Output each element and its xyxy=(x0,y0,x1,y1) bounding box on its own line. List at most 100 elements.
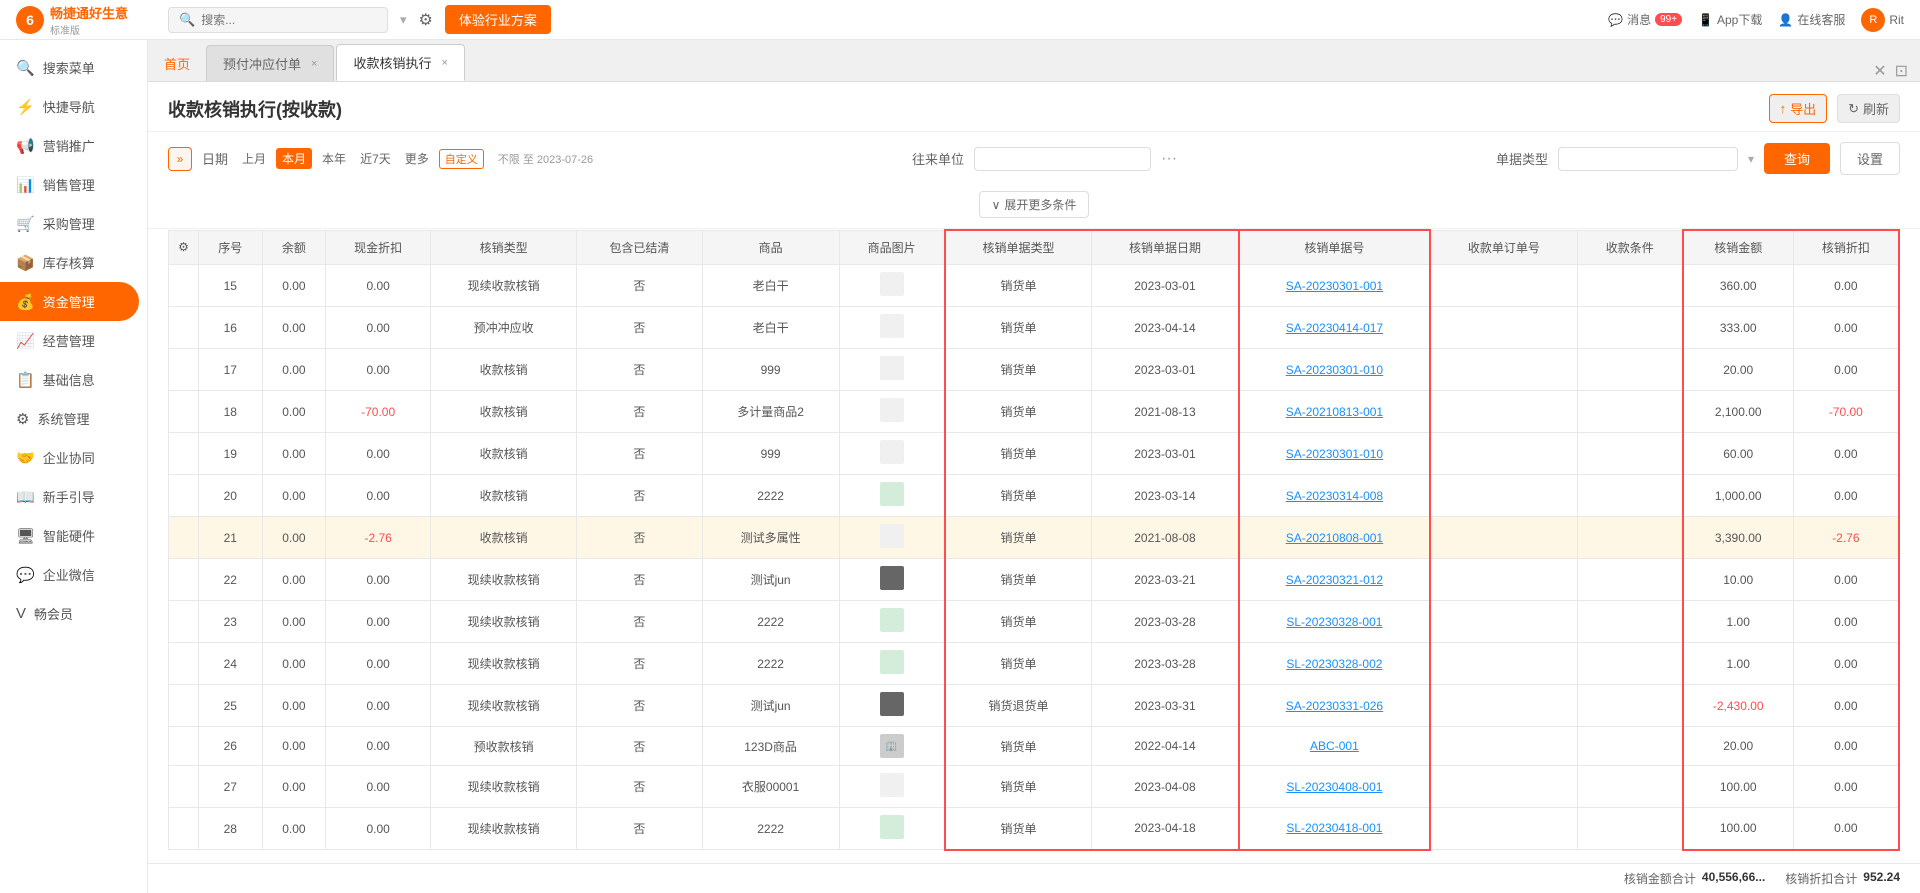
cell-settings[interactable] xyxy=(169,517,199,559)
cell-no: 28 xyxy=(199,808,263,850)
cell-settings[interactable] xyxy=(169,475,199,517)
cell-include-settled: 否 xyxy=(577,433,702,475)
verify-no-link[interactable]: ABC-001 xyxy=(1310,739,1359,753)
cell-settings[interactable] xyxy=(169,349,199,391)
cell-settings[interactable] xyxy=(169,685,199,727)
sidebar-item-system[interactable]: ⚙ 系统管理 xyxy=(0,399,147,438)
cell-verify-type: 预冲冲应收 xyxy=(431,307,577,349)
sidebar-item-collab[interactable]: 🤝 企业协同 xyxy=(0,438,147,477)
expand-more-button[interactable]: ∨ 展开更多条件 xyxy=(979,191,1090,218)
date-this-year[interactable]: 本年 xyxy=(318,148,350,169)
sidebar-item-wechat[interactable]: 💬 企业微信 xyxy=(0,555,147,594)
sidebar-label-quick-nav: 快捷导航 xyxy=(43,97,95,116)
verify-no-link[interactable]: SA-20230301-010 xyxy=(1286,447,1383,461)
sidebar-item-purchase[interactable]: 🛒 采购管理 xyxy=(0,204,147,243)
verify-no-link[interactable]: SA-20230414-017 xyxy=(1286,321,1383,335)
verify-no-link[interactable]: SA-20230314-008 xyxy=(1286,489,1383,503)
tab-verify-close-icon[interactable]: × xyxy=(441,57,447,69)
col-header-settings[interactable]: ⚙ xyxy=(169,230,199,265)
message-action[interactable]: 💬 消息 99+ xyxy=(1608,11,1682,28)
sidebar-item-marketing[interactable]: 📢 营销推广 xyxy=(0,126,147,165)
cell-settings[interactable] xyxy=(169,433,199,475)
from-unit-input[interactable] xyxy=(974,147,1151,171)
sidebar-item-inventory[interactable]: 📦 库存核算 xyxy=(0,243,147,282)
query-button[interactable]: 查询 xyxy=(1764,143,1830,174)
cell-verify-voucher-type: 销货单 xyxy=(945,391,1092,433)
verify-no-link[interactable]: SL-20230328-001 xyxy=(1286,615,1382,629)
tab-verify[interactable]: 收款核销执行 × xyxy=(336,44,464,81)
cell-verify-amount: 60.00 xyxy=(1683,433,1793,475)
cell-receipt-condition xyxy=(1577,391,1683,433)
cell-product: 123D商品 xyxy=(702,727,839,766)
sidebar-item-finance[interactable]: 💰 资金管理 xyxy=(0,282,139,321)
table-row: 17 0.00 0.00 收款核销 否 999 销货单 2023-03-01 S… xyxy=(169,349,1900,391)
date-last-month[interactable]: 上月 xyxy=(238,148,270,169)
tab-close-window-icon[interactable]: ✕ xyxy=(1873,61,1886,81)
verify-no-link[interactable]: SL-20230328-002 xyxy=(1286,657,1382,671)
cell-settings[interactable] xyxy=(169,307,199,349)
sidebar-item-search[interactable]: 🔍 搜索菜单 xyxy=(0,48,147,87)
dropdown-chevron-icon[interactable]: ▾ xyxy=(400,12,407,28)
export-button[interactable]: ↑ 导出 xyxy=(1769,94,1828,123)
date-more[interactable]: 更多 xyxy=(401,148,433,169)
gear-icon[interactable]: ⚙ xyxy=(419,10,433,30)
verify-no-link[interactable]: SA-20210808-001 xyxy=(1286,531,1383,545)
date-this-month[interactable]: 本月 xyxy=(276,148,312,169)
sidebar-item-guide[interactable]: 📖 新手引导 xyxy=(0,477,147,516)
verify-no-link[interactable]: SA-20230331-026 xyxy=(1286,699,1383,713)
cell-settings[interactable] xyxy=(169,559,199,601)
cell-verify-type: 现续收款核销 xyxy=(431,643,577,685)
cell-receipt-order-no xyxy=(1430,307,1577,349)
cell-settings[interactable] xyxy=(169,808,199,850)
cell-balance: 0.00 xyxy=(262,307,326,349)
sidebar-item-sales[interactable]: 📊 销售管理 xyxy=(0,165,147,204)
voucher-type-input[interactable] xyxy=(1558,147,1738,171)
table-row: 28 0.00 0.00 现续收款核销 否 2222 销货单 2023-04-1… xyxy=(169,808,1900,850)
cell-include-settled: 否 xyxy=(577,601,702,643)
cell-settings[interactable] xyxy=(169,766,199,808)
verify-no-link[interactable]: SL-20230418-001 xyxy=(1286,821,1382,835)
industry-btn[interactable]: 体验行业方案 xyxy=(445,5,551,34)
tab-home[interactable]: 首页 xyxy=(148,46,206,81)
online-service-action[interactable]: 👤 在线客服 xyxy=(1778,11,1845,28)
cell-verify-date: 2022-04-14 xyxy=(1092,727,1239,766)
search-box[interactable]: 🔍 xyxy=(168,7,388,33)
tab-prepay[interactable]: 预付冲应付单 × xyxy=(206,45,334,81)
cell-product-img xyxy=(839,517,945,559)
sidebar-item-basic-info[interactable]: 📋 基础信息 xyxy=(0,360,147,399)
expand-filter-button[interactable]: » xyxy=(168,147,192,171)
verify-no-link[interactable]: SL-20230408-001 xyxy=(1286,780,1382,794)
tab-verify-label: 收款核销执行 xyxy=(353,53,431,72)
verify-no-link[interactable]: SA-20230301-010 xyxy=(1286,363,1383,377)
cell-receipt-condition xyxy=(1577,559,1683,601)
sidebar-item-quick-nav[interactable]: ⚡ 快捷导航 xyxy=(0,87,147,126)
refresh-button[interactable]: ↻ 刷新 xyxy=(1837,94,1900,123)
cell-settings[interactable] xyxy=(169,601,199,643)
tab-maximize-icon[interactable]: ⊡ xyxy=(1895,61,1908,81)
filter-dots-1[interactable]: ··· xyxy=(1161,150,1177,168)
cell-receipt-order-no xyxy=(1430,808,1577,850)
sidebar-item-vip[interactable]: V 畅会员 xyxy=(0,594,147,633)
voucher-type-chevron[interactable]: ▾ xyxy=(1748,152,1754,166)
search-input[interactable] xyxy=(201,13,361,27)
verify-no-link[interactable]: SA-20210813-001 xyxy=(1286,405,1383,419)
cell-settings[interactable] xyxy=(169,265,199,307)
sidebar-label-vip: 畅会员 xyxy=(34,604,73,623)
user-avatar: R xyxy=(1861,8,1885,32)
verify-no-link[interactable]: SA-20230301-001 xyxy=(1286,279,1383,293)
footer-total-discount-label: 核销折扣合计 xyxy=(1785,870,1857,887)
cell-settings[interactable] xyxy=(169,643,199,685)
sidebar-item-hardware[interactable]: 🖥 智能硬件 xyxy=(0,516,147,555)
date-range-display: 不限 至 2023-07-26 xyxy=(498,151,593,167)
cell-settings[interactable] xyxy=(169,727,199,766)
date-custom[interactable]: 自定义 xyxy=(439,149,484,169)
cell-settings[interactable] xyxy=(169,391,199,433)
settings-button[interactable]: 设置 xyxy=(1840,142,1900,175)
sidebar-item-operations[interactable]: 📈 经营管理 xyxy=(0,321,147,360)
col-settings-icon[interactable]: ⚙ xyxy=(178,240,189,254)
user-name[interactable]: R Rit xyxy=(1861,8,1904,32)
date-7days[interactable]: 近7天 xyxy=(356,148,395,169)
app-download-action[interactable]: 📱 App下载 xyxy=(1698,11,1762,28)
verify-no-link[interactable]: SA-20230321-012 xyxy=(1286,573,1383,587)
tab-prepay-close-icon[interactable]: × xyxy=(311,58,317,70)
